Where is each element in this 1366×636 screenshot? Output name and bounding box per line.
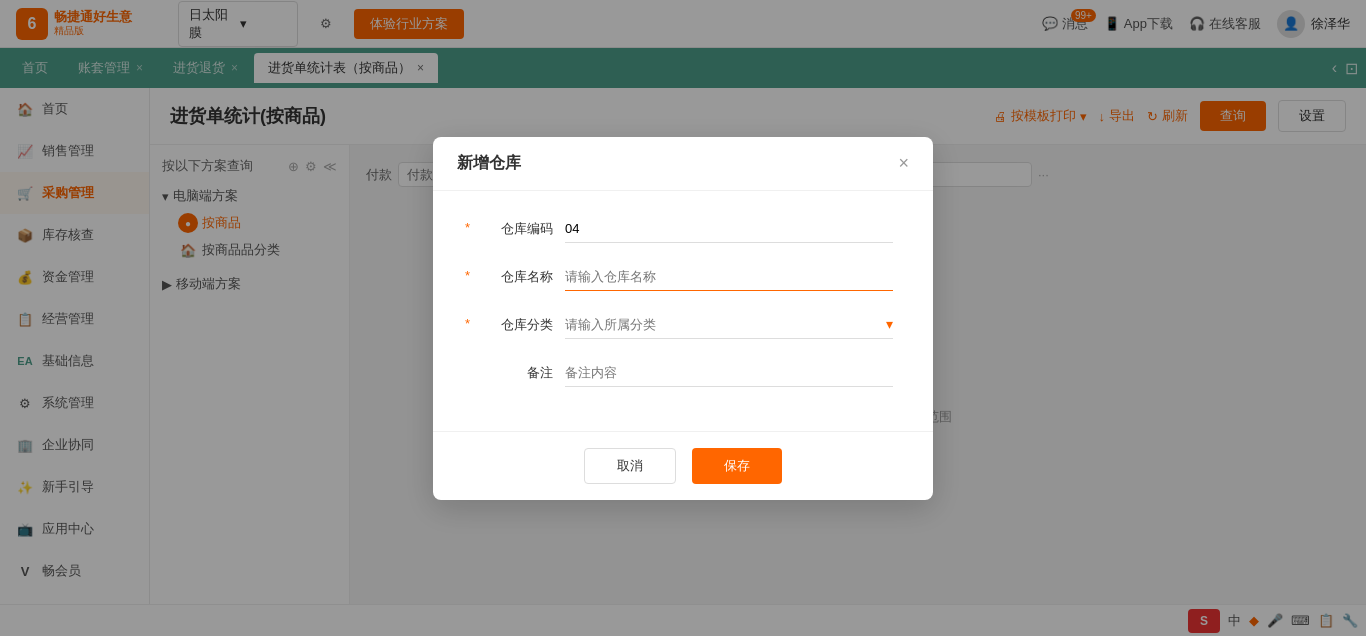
form-row-code: 仓库编码 (473, 215, 893, 243)
warehouse-name-input[interactable] (565, 263, 893, 291)
cancel-button[interactable]: 取消 (584, 448, 676, 484)
form-row-name: 仓库名称 (473, 263, 893, 291)
form-label-category: 仓库分类 (473, 316, 553, 334)
modal-header: 新增仓库 × (433, 137, 933, 191)
warehouse-category-wrap: ▾ (565, 311, 893, 339)
new-warehouse-modal: 新增仓库 × 仓库编码 仓库名称 仓库分类 ▾ (433, 137, 933, 500)
modal-close-button[interactable]: × (898, 153, 909, 174)
form-label-remark: 备注 (473, 364, 553, 382)
modal-title: 新增仓库 (457, 153, 521, 174)
category-dropdown-icon[interactable]: ▾ (886, 316, 893, 332)
modal-overlay: 新增仓库 × 仓库编码 仓库名称 仓库分类 ▾ (0, 0, 1366, 636)
warehouse-code-input[interactable] (565, 215, 893, 243)
warehouse-remark-input[interactable] (565, 359, 893, 387)
form-row-category: 仓库分类 ▾ (473, 311, 893, 339)
form-label-name: 仓库名称 (473, 268, 553, 286)
warehouse-category-input[interactable] (565, 311, 886, 338)
modal-body: 仓库编码 仓库名称 仓库分类 ▾ 备注 (433, 191, 933, 431)
modal-footer: 取消 保存 (433, 431, 933, 500)
form-row-remark: 备注 (473, 359, 893, 387)
save-button[interactable]: 保存 (692, 448, 782, 484)
form-label-code: 仓库编码 (473, 220, 553, 238)
